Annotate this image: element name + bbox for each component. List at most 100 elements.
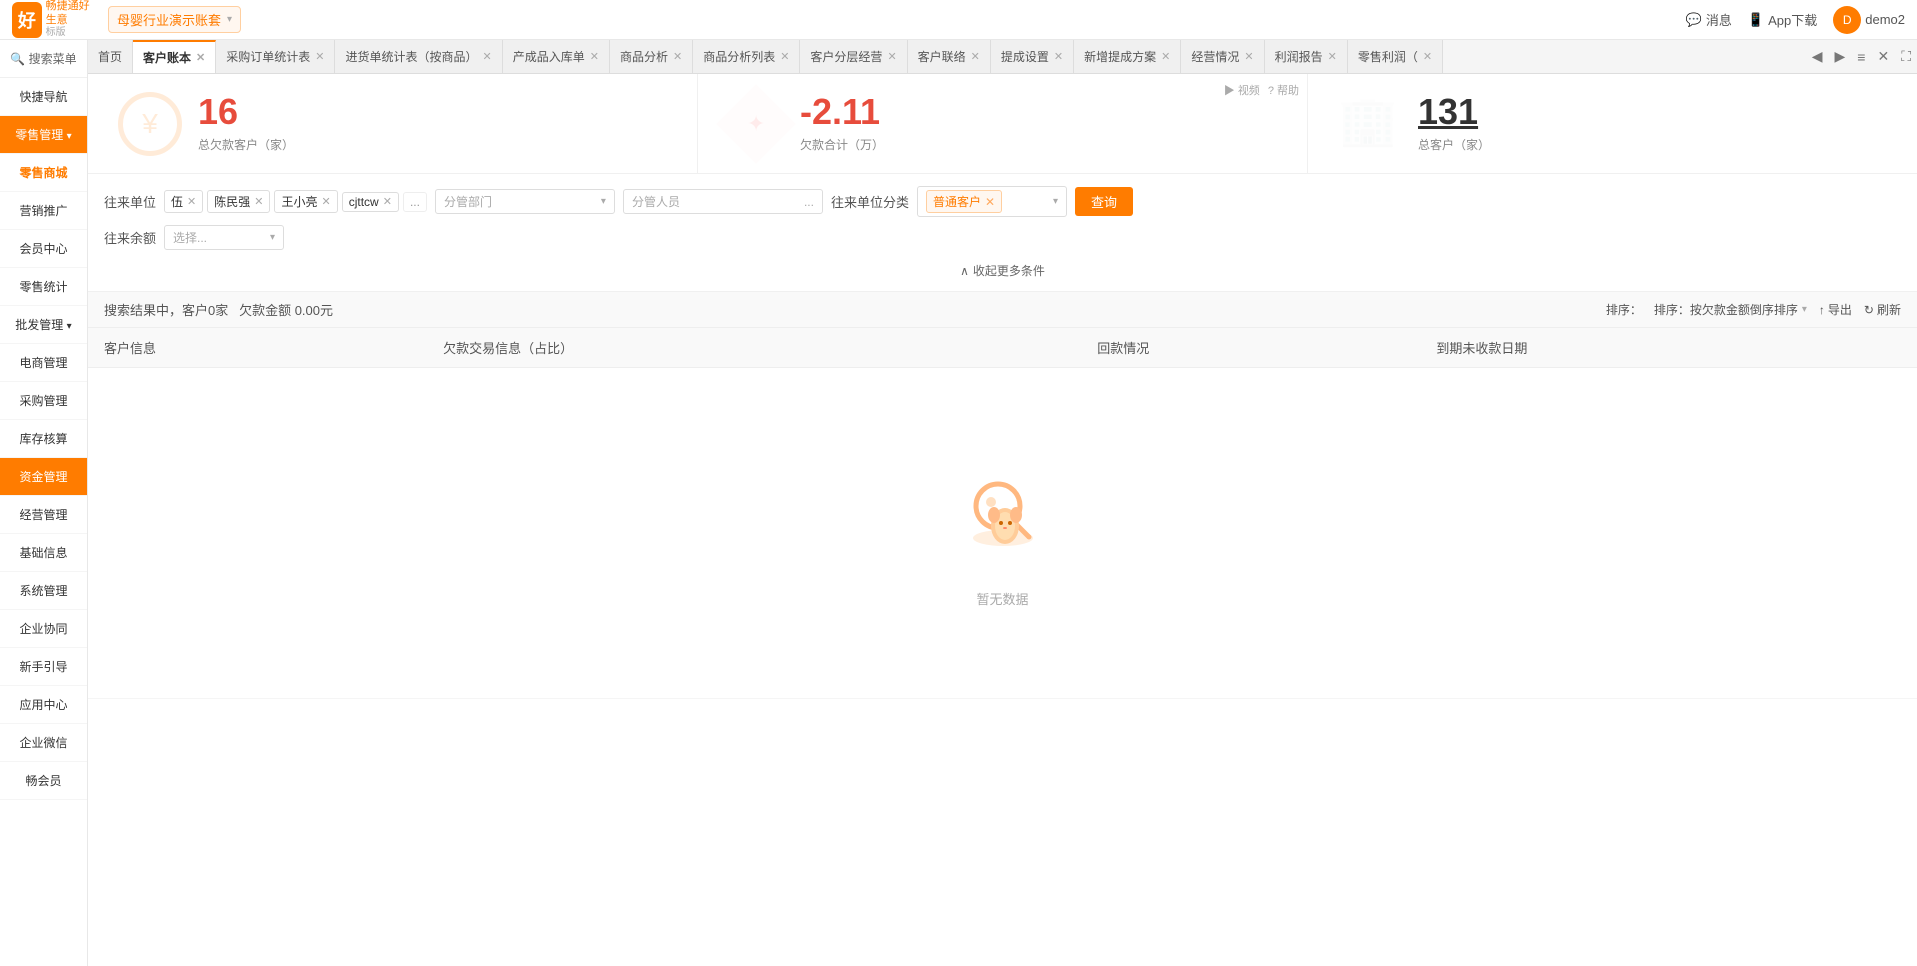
close-icon[interactable]: ✕ bbox=[1054, 50, 1063, 63]
tab-retail-profit[interactable]: 零售利润（ ✕ bbox=[1348, 40, 1443, 74]
remove-tag-wu[interactable]: ✕ bbox=[187, 195, 196, 208]
balance-filter-select[interactable]: 选择... ▾ bbox=[164, 225, 284, 250]
customer-tag: 普通客户 ✕ bbox=[926, 190, 1002, 213]
sidebar-item-retail-mgmt[interactable]: 零售管理 ▾ bbox=[0, 116, 87, 154]
refresh-button[interactable]: ↻ 刷新 bbox=[1864, 301, 1901, 318]
tab-profit-report[interactable]: 利润报告 ✕ bbox=[1265, 40, 1348, 74]
app-download-button[interactable]: 📱 App下载 bbox=[1748, 10, 1817, 29]
close-icon[interactable]: ✕ bbox=[887, 50, 896, 63]
stat-icon-1: ¥ bbox=[118, 92, 182, 156]
stat-info-2: -2.11 欠款合计（万） bbox=[800, 94, 884, 153]
sidebar-item-app-center[interactable]: 应用中心 bbox=[0, 686, 87, 724]
video-help-buttons: ▶ 视频 ? 帮助 bbox=[1224, 82, 1299, 98]
tab-production[interactable]: 产成品入库单 ✕ bbox=[503, 40, 610, 74]
overdue-amount-number: -2.11 bbox=[800, 94, 884, 130]
sidebar-item-newbie[interactable]: 新手引导 bbox=[0, 648, 87, 686]
dept-filter-select[interactable]: 分管部门 ▾ bbox=[435, 189, 615, 214]
sidebar-search[interactable]: 🔍 搜索菜单 bbox=[0, 40, 87, 78]
more-icon[interactable]: ... bbox=[804, 195, 814, 209]
messages-button[interactable]: 💬 消息 bbox=[1686, 10, 1732, 29]
sidebar-item-marketing[interactable]: 营销推广 bbox=[0, 192, 87, 230]
tab-new-commission[interactable]: 新增提成方案 ✕ bbox=[1074, 40, 1181, 74]
close-icon[interactable]: ✕ bbox=[1423, 50, 1432, 63]
sidebar-item-quick-nav[interactable]: 快捷导航 bbox=[0, 78, 87, 116]
sidebar-item-wholesale[interactable]: 批发管理 ▾ bbox=[0, 306, 87, 344]
overdue-customers-number: 16 bbox=[198, 94, 294, 130]
collapse-filters-button[interactable]: ∧ 收起更多条件 bbox=[104, 258, 1901, 287]
sidebar-item-purchase[interactable]: 采购管理 bbox=[0, 382, 87, 420]
remove-tag-wang[interactable]: ✕ bbox=[322, 195, 331, 208]
search-icon: 🔍 bbox=[10, 52, 25, 66]
close-icon[interactable]: ✕ bbox=[971, 50, 980, 63]
tab-goods-stats[interactable]: 进货单统计表（按商品） ✕ bbox=[335, 40, 502, 74]
close-icon[interactable]: ✕ bbox=[1328, 50, 1337, 63]
tab-customer-ledger[interactable]: 客户账本 ✕ bbox=[133, 40, 216, 74]
close-icon[interactable]: ✕ bbox=[673, 50, 682, 63]
close-icon[interactable]: ✕ bbox=[315, 50, 324, 63]
category-filter-select[interactable]: 普通客户 ✕ ▾ bbox=[917, 186, 1067, 217]
remove-category-tag[interactable]: ✕ bbox=[985, 195, 995, 209]
page-content: ¥ 16 总欠款客户（家） ✦ -2.11 bbox=[88, 74, 1917, 966]
data-table: 客户信息 欠款交易信息（占比） 回款情况 到期未收款日期 bbox=[88, 328, 1917, 699]
sidebar-item-operations[interactable]: 经营管理 bbox=[0, 496, 87, 534]
chevron-down-icon: ▾ bbox=[67, 321, 72, 332]
sort-label: 排序： bbox=[1606, 301, 1642, 318]
chevron-down-icon: ▾ bbox=[1802, 304, 1807, 315]
sidebar-item-member[interactable]: 会员中心 bbox=[0, 230, 87, 268]
remove-tag-cjttcw[interactable]: ✕ bbox=[383, 195, 392, 208]
close-icon[interactable]: ✕ bbox=[590, 50, 599, 63]
logo-area: 好 畅捷通好生意 标版 bbox=[12, 0, 100, 38]
sidebar-item-wechat[interactable]: 企业微信 bbox=[0, 724, 87, 762]
tab-purchase-stats[interactable]: 采购订单统计表 ✕ bbox=[216, 40, 335, 74]
tab-bar: 首页 客户账本 ✕ 采购订单统计表 ✕ 进货单统计表（按商品） ✕ 产成品入库单… bbox=[88, 40, 1917, 74]
table-header-row: 客户信息 欠款交易信息（占比） 回款情况 到期未收款日期 bbox=[88, 328, 1917, 368]
video-button[interactable]: ▶ 视频 bbox=[1224, 82, 1260, 98]
tab-customer-tier[interactable]: 客户分层经营 ✕ bbox=[800, 40, 907, 74]
close-icon[interactable]: ✕ bbox=[1244, 50, 1253, 63]
search-summary: 搜索结果中，客户0家 欠款金额 0.00元 bbox=[104, 300, 333, 319]
tab-prev-button[interactable]: ◀ bbox=[1806, 40, 1829, 74]
tab-nav-buttons: ◀ ▶ ≡ ✕ ⛶ bbox=[1806, 40, 1917, 74]
close-icon[interactable]: ✕ bbox=[196, 51, 205, 64]
query-button[interactable]: 查询 bbox=[1075, 187, 1133, 216]
user-avatar[interactable]: D demo2 bbox=[1833, 6, 1905, 34]
industry-selector[interactable]: 母婴行业演示账套 ▾ bbox=[108, 6, 241, 33]
tab-goods-analysis[interactable]: 商品分析 ✕ bbox=[610, 40, 693, 74]
sidebar-item-retail-stats[interactable]: 零售统计 bbox=[0, 268, 87, 306]
tab-business[interactable]: 经营情况 ✕ bbox=[1181, 40, 1264, 74]
stats-row: ¥ 16 总欠款客户（家） ✦ -2.11 bbox=[88, 74, 1917, 174]
sidebar-item-basic-info[interactable]: 基础信息 bbox=[0, 534, 87, 572]
logo-text: 畅捷通好生意 标版 bbox=[46, 0, 100, 38]
sidebar-item-inventory[interactable]: 库存核算 bbox=[0, 420, 87, 458]
stat-icon-3: 🏢 bbox=[1338, 92, 1402, 156]
close-icon[interactable]: ✕ bbox=[1161, 50, 1170, 63]
tab-next-button[interactable]: ▶ bbox=[1829, 40, 1852, 74]
close-icon[interactable]: ✕ bbox=[780, 50, 789, 63]
person-filter-input[interactable]: 分管人员 ... bbox=[623, 189, 823, 214]
total-customers-number: 131 bbox=[1418, 94, 1490, 130]
tab-goods-analysis-list[interactable]: 商品分析列表 ✕ bbox=[693, 40, 800, 74]
top-right: 💬 消息 📱 App下载 D demo2 bbox=[1686, 6, 1905, 34]
sidebar-item-enterprise[interactable]: 企业协同 bbox=[0, 610, 87, 648]
tab-customer-contact[interactable]: 客户联络 ✕ bbox=[908, 40, 991, 74]
sidebar-item-finance[interactable]: 资金管理 bbox=[0, 458, 87, 496]
sidebar-item-vip[interactable]: 畅会员 bbox=[0, 762, 87, 800]
sidebar-item-system[interactable]: 系统管理 bbox=[0, 572, 87, 610]
remove-tag-chen[interactable]: ✕ bbox=[254, 195, 263, 208]
help-button[interactable]: ? 帮助 bbox=[1268, 82, 1299, 98]
empty-row: 暂无数据 bbox=[88, 368, 1917, 699]
sort-select[interactable]: 排序：按欠款金额倒序排序 ▾ bbox=[1654, 301, 1807, 318]
tab-commission-settings[interactable]: 提成设置 ✕ bbox=[991, 40, 1074, 74]
tab-close-all-button[interactable]: ✕ bbox=[1871, 40, 1895, 74]
avatar: D bbox=[1833, 6, 1861, 34]
tab-more-button[interactable]: ≡ bbox=[1851, 40, 1871, 74]
stat-icon-2: ✦ bbox=[728, 96, 784, 152]
sidebar-item-ecommerce[interactable]: 电商管理 bbox=[0, 344, 87, 382]
tab-home[interactable]: 首页 bbox=[88, 40, 133, 74]
sidebar-item-retail-mall[interactable]: 零售商城 bbox=[0, 154, 87, 192]
close-icon[interactable]: ✕ bbox=[483, 50, 492, 63]
chevron-down-icon: ▾ bbox=[227, 14, 232, 25]
filter-tag-more[interactable]: ... bbox=[403, 192, 427, 212]
export-button[interactable]: ↑ 导出 bbox=[1819, 301, 1852, 318]
tab-fullscreen-button[interactable]: ⛶ bbox=[1895, 40, 1917, 74]
